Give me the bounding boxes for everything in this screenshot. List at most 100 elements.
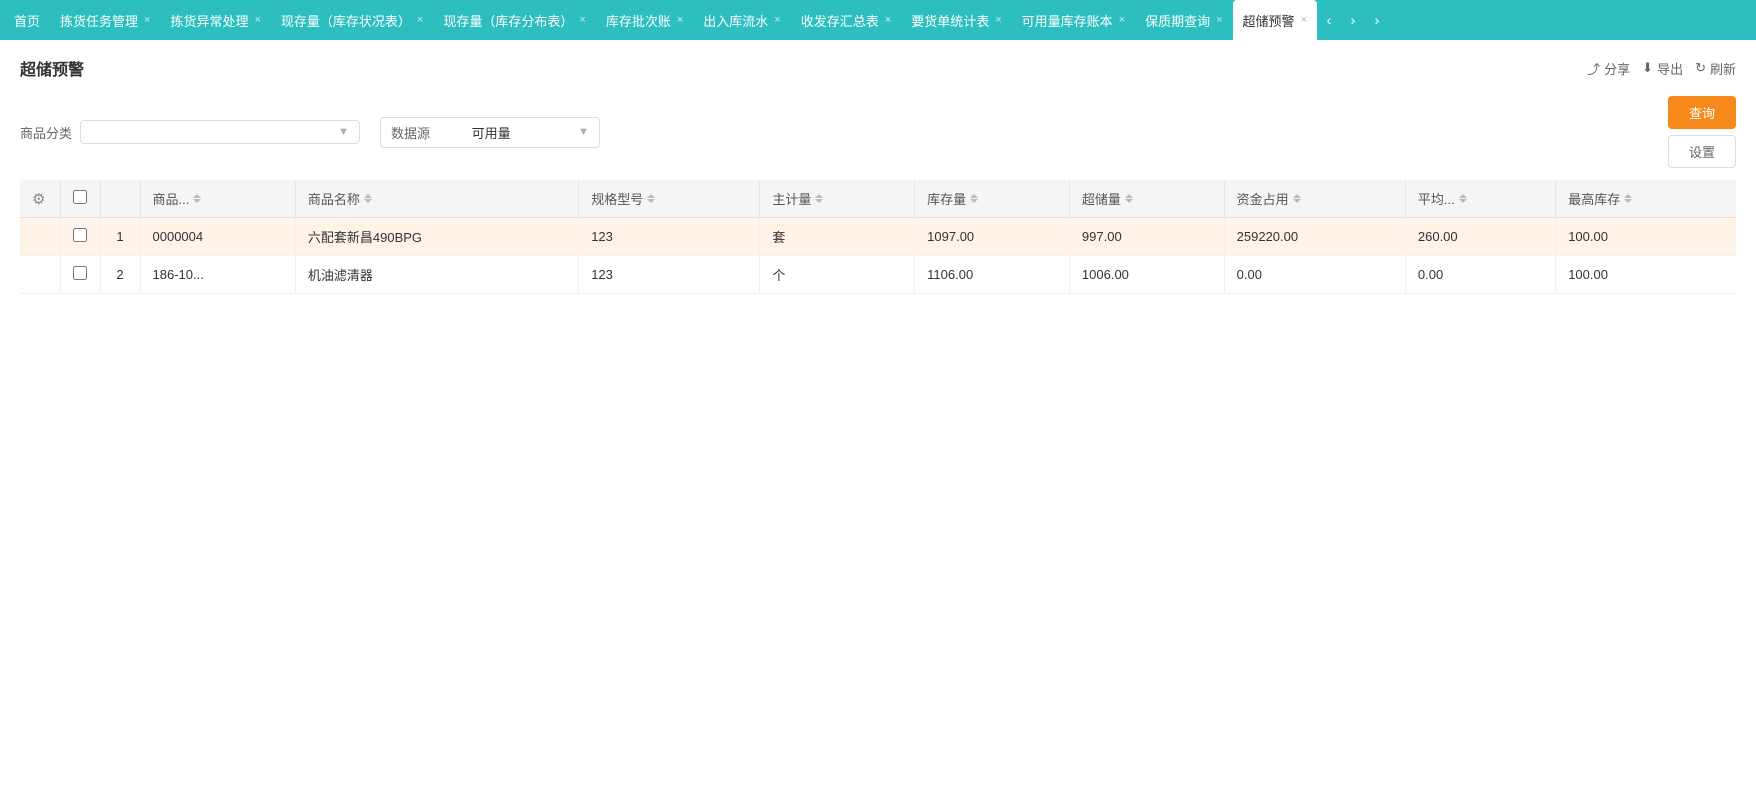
row-settings bbox=[20, 256, 60, 294]
row-spec: 123 bbox=[579, 218, 760, 256]
nav-available-account[interactable]: 可用量库存账本 × bbox=[1012, 0, 1135, 40]
nav-inventory-status[interactable]: 现存量（库存状况表） × bbox=[271, 0, 433, 40]
settings-button[interactable]: 设置 bbox=[1668, 135, 1736, 168]
chevron-down-icon: ▼ bbox=[338, 126, 349, 138]
filter-fields: 商品分类 ▼ 数据源 可用量 ▼ bbox=[20, 117, 600, 148]
data-table: ⚙ 商品... 商品名称 bbox=[20, 180, 1736, 294]
sort-icon bbox=[364, 194, 372, 203]
overstock-col-header[interactable]: 超储量 bbox=[1069, 180, 1224, 218]
row-avg: 260.00 bbox=[1405, 218, 1555, 256]
close-icon[interactable]: × bbox=[677, 14, 683, 26]
close-icon[interactable]: × bbox=[995, 14, 1001, 26]
row-product-code: 186-10... bbox=[140, 256, 295, 294]
table-body: 10000004六配套新昌490BPG123套1097.00997.002592… bbox=[20, 218, 1736, 294]
datasource-label: 数据源 bbox=[391, 123, 430, 142]
nav-overstock[interactable]: 超储预警 × bbox=[1233, 0, 1317, 40]
close-icon[interactable]: × bbox=[1301, 14, 1307, 26]
nav-next-arrow[interactable]: › bbox=[1341, 0, 1365, 40]
export-icon: ⬇ bbox=[1642, 60, 1653, 76]
inventory-col-header[interactable]: 库存量 bbox=[915, 180, 1070, 218]
category-filter: 商品分类 ▼ bbox=[20, 120, 360, 144]
select-all-checkbox[interactable] bbox=[73, 190, 87, 204]
capital-col-header[interactable]: 资金占用 bbox=[1224, 180, 1405, 218]
row-checkbox-input[interactable] bbox=[73, 266, 87, 280]
close-icon[interactable]: × bbox=[579, 14, 585, 26]
close-icon[interactable]: × bbox=[1216, 14, 1222, 26]
row-avg: 0.00 bbox=[1405, 256, 1555, 294]
sort-icon bbox=[647, 194, 655, 203]
close-icon[interactable]: × bbox=[885, 14, 891, 26]
max-stock-col-header[interactable]: 最高库存 bbox=[1556, 180, 1736, 218]
row-num: 2 bbox=[100, 256, 140, 294]
share-button[interactable]: ⤴ 分享 bbox=[1587, 59, 1630, 78]
action-buttons: 查询 设置 bbox=[1668, 96, 1736, 168]
avg-col-header[interactable]: 平均... bbox=[1405, 180, 1555, 218]
sort-icon bbox=[1125, 194, 1133, 203]
product-name-col-header[interactable]: 商品名称 bbox=[295, 180, 578, 218]
row-checkbox-input[interactable] bbox=[73, 228, 87, 242]
row-unit: 套 bbox=[760, 218, 915, 256]
category-select[interactable]: ▼ bbox=[80, 120, 360, 144]
row-product-name: 机油滤清器 bbox=[295, 256, 578, 294]
nav-more-arrow[interactable]: › bbox=[1365, 0, 1389, 40]
page-header: 超储预警 ⤴ 分享 ⬇ 导出 ↻ 刷新 bbox=[20, 56, 1736, 80]
sort-icon bbox=[1459, 194, 1467, 203]
query-button[interactable]: 查询 bbox=[1668, 96, 1736, 129]
header-actions: ⤴ 分享 ⬇ 导出 ↻ 刷新 bbox=[1587, 59, 1736, 78]
nav-order-stat[interactable]: 要货单统计表 × bbox=[901, 0, 1011, 40]
num-col-header bbox=[100, 180, 140, 218]
close-icon[interactable]: × bbox=[417, 14, 423, 26]
row-inventory: 1097.00 bbox=[915, 218, 1070, 256]
nav-summary[interactable]: 收发存汇总表 × bbox=[791, 0, 901, 40]
close-icon[interactable]: × bbox=[774, 14, 780, 26]
sort-icon bbox=[193, 194, 201, 203]
row-unit: 个 bbox=[760, 256, 915, 294]
nav-task-mgmt[interactable]: 拣货任务管理 × bbox=[50, 0, 160, 40]
unit-col-header[interactable]: 主计量 bbox=[760, 180, 915, 218]
datasource-filter: 数据源 可用量 ▼ bbox=[380, 117, 600, 148]
nav-abnormal[interactable]: 拣货异常处理 × bbox=[160, 0, 270, 40]
table-row: 2186-10...机油滤清器123个1106.001006.000.000.0… bbox=[20, 256, 1736, 294]
row-max-stock: 100.00 bbox=[1556, 256, 1736, 294]
sort-icon bbox=[1624, 194, 1632, 203]
share-icon: ⤴ bbox=[1587, 59, 1600, 78]
settings-col-header: ⚙ bbox=[20, 180, 60, 218]
gear-icon[interactable]: ⚙ bbox=[32, 191, 45, 208]
nav-inout-flow[interactable]: 出入库流水 × bbox=[693, 0, 790, 40]
row-settings bbox=[20, 218, 60, 256]
sort-icon bbox=[970, 194, 978, 203]
close-icon[interactable]: × bbox=[1119, 14, 1125, 26]
table-header-row: ⚙ 商品... 商品名称 bbox=[20, 180, 1736, 218]
row-capital: 259220.00 bbox=[1224, 218, 1405, 256]
table-row: 10000004六配套新昌490BPG123套1097.00997.002592… bbox=[20, 218, 1736, 256]
row-num: 1 bbox=[100, 218, 140, 256]
nav-inventory-dist[interactable]: 现存量（库存分布表） × bbox=[433, 0, 595, 40]
datasource-value: 可用量 bbox=[472, 123, 511, 142]
export-button[interactable]: ⬇ 导出 bbox=[1642, 59, 1683, 78]
checkbox-col-header bbox=[60, 180, 100, 218]
row-overstock: 1006.00 bbox=[1069, 256, 1224, 294]
datasource-select[interactable]: 数据源 可用量 ▼ bbox=[380, 117, 600, 148]
row-product-code: 0000004 bbox=[140, 218, 295, 256]
spec-col-header[interactable]: 规格型号 bbox=[579, 180, 760, 218]
row-checkbox[interactable] bbox=[60, 256, 100, 294]
row-overstock: 997.00 bbox=[1069, 218, 1224, 256]
page-title: 超储预警 bbox=[20, 56, 84, 80]
row-product-name: 六配套新昌490BPG bbox=[295, 218, 578, 256]
close-icon[interactable]: × bbox=[144, 14, 150, 26]
nav-prev-arrow[interactable]: ‹ bbox=[1317, 0, 1341, 40]
nav-batch-account[interactable]: 库存批次账 × bbox=[596, 0, 693, 40]
category-label: 商品分类 bbox=[20, 123, 72, 142]
nav-expiry[interactable]: 保质期查询 × bbox=[1135, 0, 1232, 40]
sort-icon bbox=[1293, 194, 1301, 203]
refresh-button[interactable]: ↻ 刷新 bbox=[1695, 59, 1736, 78]
row-capital: 0.00 bbox=[1224, 256, 1405, 294]
row-checkbox[interactable] bbox=[60, 218, 100, 256]
product-code-col-header[interactable]: 商品... bbox=[140, 180, 295, 218]
row-spec: 123 bbox=[579, 256, 760, 294]
close-icon[interactable]: × bbox=[254, 14, 260, 26]
row-inventory: 1106.00 bbox=[915, 256, 1070, 294]
chevron-down-icon: ▼ bbox=[578, 126, 589, 138]
row-max-stock: 100.00 bbox=[1556, 218, 1736, 256]
nav-home[interactable]: 首页 bbox=[4, 0, 50, 40]
